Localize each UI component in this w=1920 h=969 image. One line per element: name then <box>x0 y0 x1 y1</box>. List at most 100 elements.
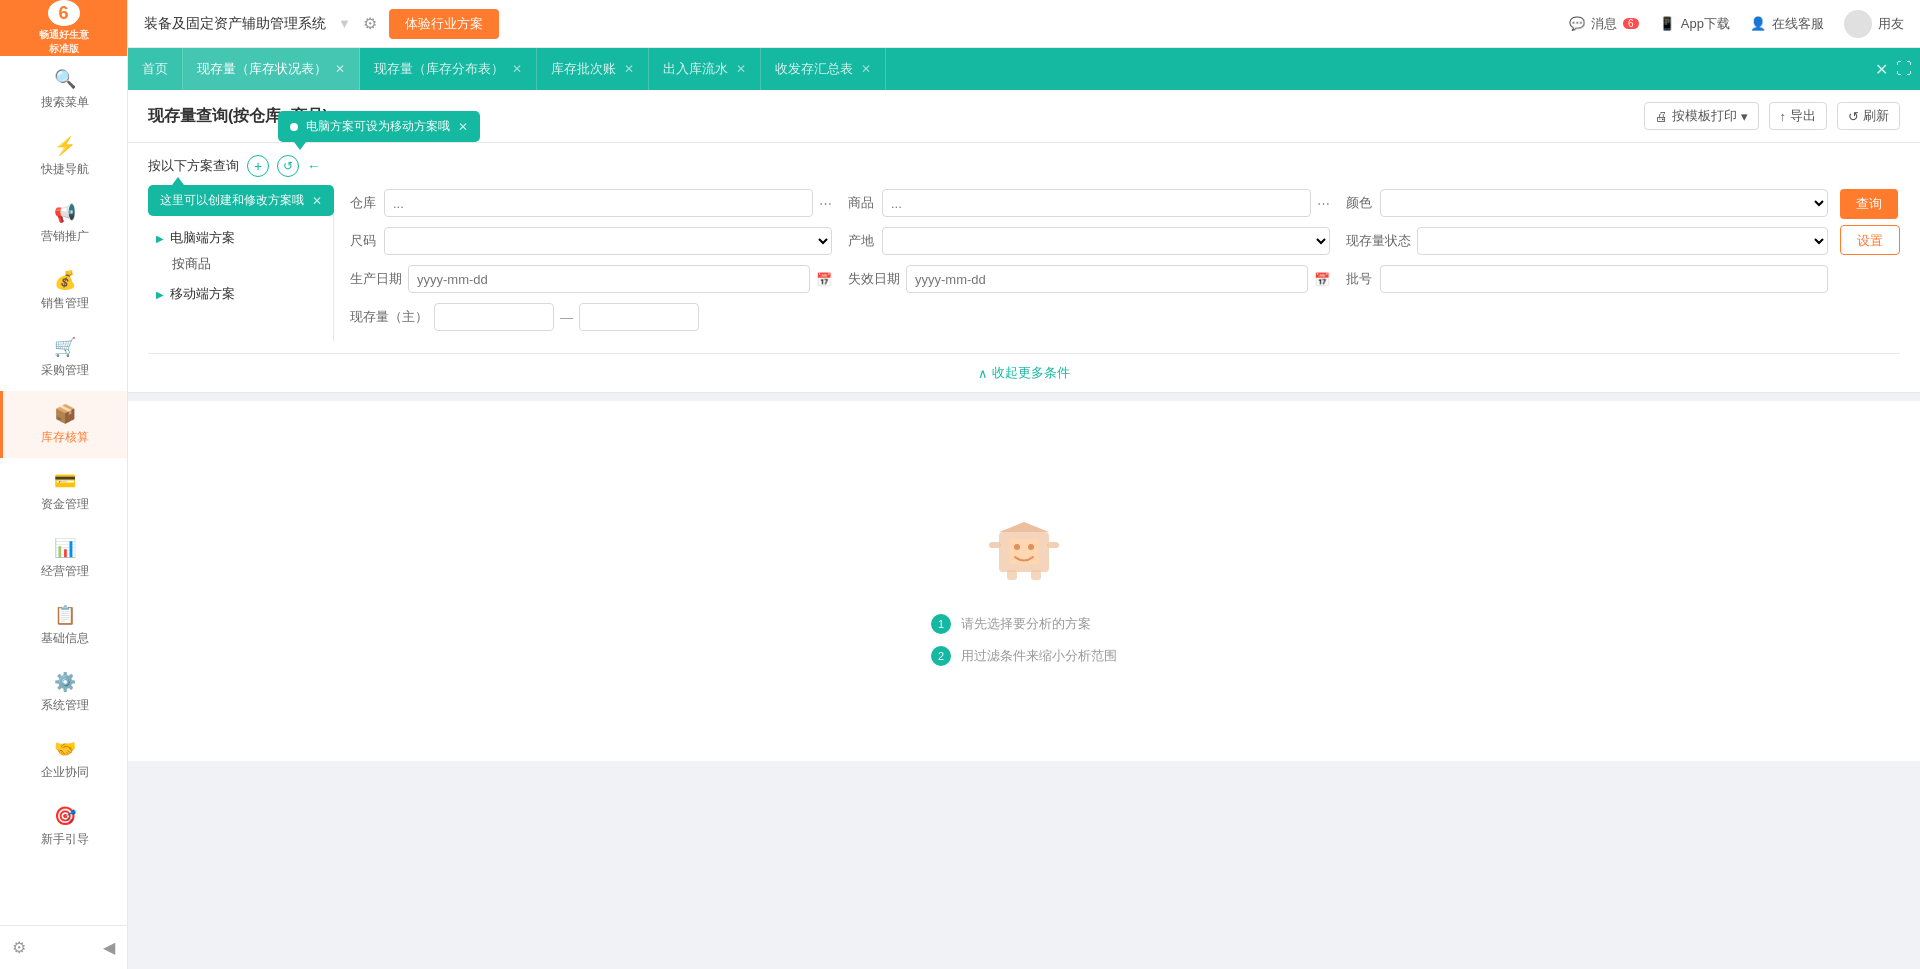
export-icon: ↑ <box>1780 109 1787 124</box>
tab-inventory-dist[interactable]: 现存量（库存分布表） ✕ <box>360 48 537 90</box>
online-service-action[interactable]: 👤 在线客服 <box>1750 15 1824 33</box>
industry-btn[interactable]: 体验行业方案 <box>389 9 499 39</box>
sidebar-item-label: 资金管理 <box>41 496 89 513</box>
operations-icon: 📊 <box>54 537 76 559</box>
expiry-date-label: 失效日期 <box>848 270 900 288</box>
goods-label: 商品 <box>848 194 876 212</box>
scheme-pc[interactable]: ▶ 电脑端方案 <box>148 225 333 251</box>
empty-steps: 1 请先选择要分析的方案 2 用过滤条件来缩小分析范围 <box>931 614 1117 666</box>
calendar-icon-2[interactable]: 📅 <box>1314 272 1330 287</box>
sidebar-item-sales[interactable]: 💰 销售管理 <box>0 257 127 324</box>
user-action[interactable]: 用友 <box>1844 10 1904 38</box>
collapse-label: 收起更多条件 <box>992 364 1070 382</box>
size-select[interactable] <box>384 227 832 255</box>
inventory-main-label: 现存量（主） <box>350 308 428 326</box>
footer-settings-btn[interactable]: ⚙ <box>12 938 26 957</box>
sidebar-item-search[interactable]: 🔍 搜索菜单 <box>0 56 127 123</box>
template-print-btn[interactable]: 🖨 按模板打印 ▾ <box>1644 102 1759 130</box>
tab-inout-flow[interactable]: 出入库流水 ✕ <box>649 48 761 90</box>
app-download-action[interactable]: 📱 App下载 <box>1659 15 1730 33</box>
sidebar-item-label: 基础信息 <box>41 630 89 647</box>
svg-rect-5 <box>989 542 1001 548</box>
tabs-close-all-icon[interactable]: ✕ <box>1875 60 1888 79</box>
sidebar-item-newbie[interactable]: 🎯 新手引导 <box>0 793 127 860</box>
warehouse-input[interactable] <box>384 189 813 217</box>
tab-home[interactable]: 首页 <box>128 48 183 90</box>
goods-dots[interactable]: ⋯ <box>1317 196 1330 211</box>
origin-select[interactable] <box>882 227 1330 255</box>
filter-arrow-btn[interactable]: ← <box>307 158 321 174</box>
sidebar-item-label: 销售管理 <box>41 295 89 312</box>
tab-collect-summary-close[interactable]: ✕ <box>861 62 871 76</box>
sidebar-item-finance[interactable]: 💳 资金管理 <box>0 458 127 525</box>
batch-input[interactable] <box>1380 265 1828 293</box>
phone-icon: 📱 <box>1659 16 1675 31</box>
empty-step-2-text: 用过滤条件来缩小分析范围 <box>961 647 1117 665</box>
sidebar-item-system[interactable]: ⚙️ 系统管理 <box>0 659 127 726</box>
tab-collect-summary[interactable]: 收发存汇总表 ✕ <box>761 48 886 90</box>
topbar-settings-icon[interactable]: ⚙ <box>363 14 377 33</box>
sidebar-item-inventory[interactable]: 📦 库存核算 <box>0 391 127 458</box>
warehouse-dots[interactable]: ⋯ <box>819 196 832 211</box>
tab-collect-summary-label: 收发存汇总表 <box>775 60 853 78</box>
filter-refresh-btn[interactable]: ↺ <box>277 155 299 177</box>
logo-sub: 标准版 <box>49 42 79 56</box>
marketing-icon: 📢 <box>54 202 76 224</box>
search-btn[interactable]: 查询 <box>1840 189 1898 219</box>
empty-illustration <box>979 497 1069 590</box>
logo-icon: 6 <box>48 0 80 26</box>
scheme-mobile[interactable]: ▶ 移动端方案 <box>148 281 333 307</box>
svg-rect-8 <box>1031 570 1041 580</box>
sidebar-item-operations[interactable]: 📊 经营管理 <box>0 525 127 592</box>
refresh-btn[interactable]: ↺ 刷新 <box>1837 102 1900 130</box>
tooltip-edit-close[interactable]: ✕ <box>312 194 322 208</box>
sidebar-item-label: 营销推广 <box>41 228 89 245</box>
tab-batch-account-close[interactable]: ✕ <box>624 62 634 76</box>
reset-btn[interactable]: 设置 <box>1840 225 1900 255</box>
topbar-right: 💬 消息 6 📱 App下载 👤 在线客服 用友 <box>1569 10 1904 38</box>
sidebar-footer: ⚙ ◀ <box>0 925 127 969</box>
tab-batch-account-label: 库存批次账 <box>551 60 616 78</box>
goods-input[interactable] <box>882 189 1311 217</box>
tab-inout-flow-close[interactable]: ✕ <box>736 62 746 76</box>
collapse-btn[interactable]: ∧ 收起更多条件 <box>148 353 1900 392</box>
inventory-status-label: 现存量状态 <box>1346 232 1411 250</box>
calendar-icon-1[interactable]: 📅 <box>816 272 832 287</box>
footer-collapse-btn[interactable]: ◀ <box>103 938 115 957</box>
app-download-label: App下载 <box>1681 15 1730 33</box>
color-select[interactable] <box>1380 189 1828 217</box>
svg-point-3 <box>1014 544 1020 550</box>
message-action[interactable]: 💬 消息 6 <box>1569 15 1639 33</box>
inventory-icon: 📦 <box>54 403 76 425</box>
sidebar-item-base[interactable]: 📋 基础信息 <box>0 592 127 659</box>
sidebar-item-quick-nav[interactable]: ⚡ 快捷导航 <box>0 123 127 190</box>
tabs-expand-icon[interactable]: ⛶ <box>1896 60 1912 78</box>
empty-step-1: 1 请先选择要分析的方案 <box>931 614 1117 634</box>
sidebar-item-purchase[interactable]: 🛒 采购管理 <box>0 324 127 391</box>
search-icon: 🔍 <box>54 68 76 90</box>
sidebar-item-label: 新手引导 <box>41 831 89 848</box>
expiry-date-input[interactable] <box>906 265 1308 293</box>
export-btn[interactable]: ↑ 导出 <box>1769 102 1828 130</box>
inventory-status-select[interactable] <box>1417 227 1828 255</box>
inventory-main-to[interactable] <box>579 303 699 331</box>
production-date-input[interactable] <box>408 265 810 293</box>
warehouse-label: 仓库 <box>350 194 378 212</box>
tab-inventory-status[interactable]: 现存量（库存状况表） ✕ <box>183 48 360 90</box>
tooltip-scheme-close[interactable]: ✕ <box>458 120 468 134</box>
svg-point-4 <box>1028 544 1034 550</box>
refresh-icon: ↺ <box>1848 109 1859 124</box>
user-label: 用友 <box>1878 15 1904 33</box>
production-date-label: 生产日期 <box>350 270 402 288</box>
empty-step-2: 2 用过滤条件来缩小分析范围 <box>931 646 1117 666</box>
inventory-main-from[interactable] <box>434 303 554 331</box>
quick-nav-icon: ⚡ <box>54 135 76 157</box>
tab-batch-account[interactable]: 库存批次账 ✕ <box>537 48 649 90</box>
tab-inventory-dist-close[interactable]: ✕ <box>512 62 522 76</box>
sidebar-item-label: 采购管理 <box>41 362 89 379</box>
tab-inventory-status-close[interactable]: ✕ <box>335 62 345 76</box>
sidebar-item-enterprise[interactable]: 🤝 企业协同 <box>0 726 127 793</box>
filter-add-btn[interactable]: + <box>247 155 269 177</box>
scheme-pc-default[interactable]: 按商品 <box>148 251 333 277</box>
sidebar-item-marketing[interactable]: 📢 营销推广 <box>0 190 127 257</box>
